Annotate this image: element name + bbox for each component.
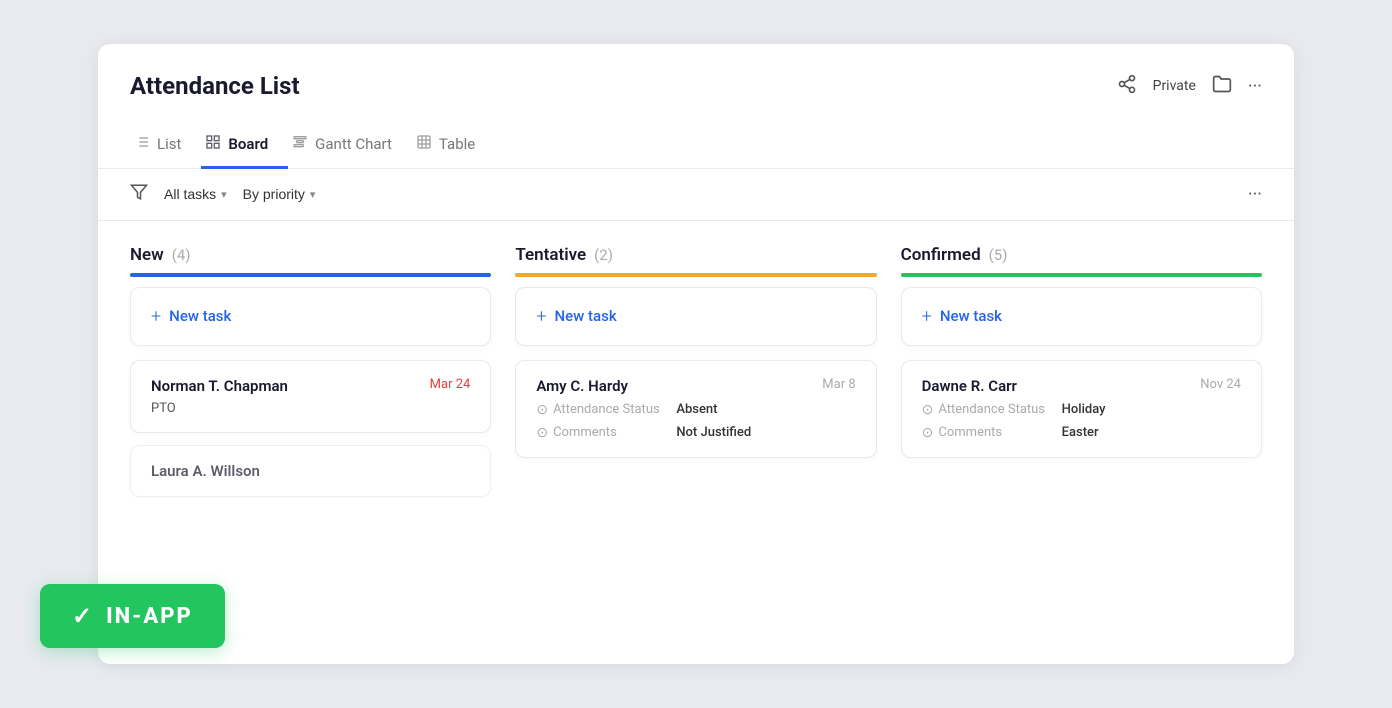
column-tentative-bar xyxy=(515,273,876,277)
column-new-header: New (4) xyxy=(130,245,491,277)
task-card-amy-header: Amy C. Hardy Mar 8 xyxy=(536,377,855,395)
column-new-title: New xyxy=(130,245,164,265)
task-name-dawne: Dawne R. Carr xyxy=(922,377,1017,395)
in-app-badge: ✓ IN-APP xyxy=(40,584,225,648)
attendance-value-amy: Absent xyxy=(676,402,717,417)
column-tentative-header: Tentative (2) xyxy=(515,245,876,277)
tab-board-label: Board xyxy=(228,135,268,153)
toolbar-more-icon[interactable]: ··· xyxy=(1248,184,1262,205)
column-tentative-title: Tentative xyxy=(515,245,586,265)
new-task-label-new: New task xyxy=(169,307,231,325)
comments-label-amy: ⊙ Comments xyxy=(536,425,676,441)
attendance-label-dawne: ⊙ Attendance Status xyxy=(922,402,1062,418)
task-field-attendance-amy: ⊙ Attendance Status Absent xyxy=(536,402,855,418)
toolbar-left: All tasks ▾ By priority ▾ xyxy=(130,183,315,206)
board-area: New (4) + New task Norman T. Chapman Mar… xyxy=(98,221,1294,533)
column-confirmed-count: (5) xyxy=(989,246,1008,264)
new-task-button-tentative[interactable]: + New task xyxy=(515,287,876,346)
column-confirmed-bar xyxy=(901,273,1262,277)
plus-icon-tentative: + xyxy=(536,306,546,327)
new-task-button-confirmed[interactable]: + New task xyxy=(901,287,1262,346)
task-field-comments-amy: ⊙ Comments Not Justified xyxy=(536,425,855,441)
folder-icon[interactable] xyxy=(1212,74,1232,99)
task-card-amy[interactable]: Amy C. Hardy Mar 8 ⊙ Attendance Status A… xyxy=(515,360,876,458)
main-panel: Attendance List Private ··· xyxy=(98,44,1294,664)
page-title: Attendance List xyxy=(130,72,300,100)
attendance-label-amy: ⊙ Attendance Status xyxy=(536,402,676,418)
check-icon-amy-2: ⊙ xyxy=(536,425,548,441)
tab-gantt[interactable]: Gantt Chart xyxy=(288,124,412,169)
check-icon-dawne-1: ⊙ xyxy=(922,402,934,418)
task-card-norman[interactable]: Norman T. Chapman Mar 24 PTO xyxy=(130,360,491,433)
tab-table[interactable]: Table xyxy=(412,124,495,169)
task-field-attendance-dawne: ⊙ Attendance Status Holiday xyxy=(922,402,1241,418)
task-card-laura-header: Laura A. Willson xyxy=(151,462,470,480)
priority-sort[interactable]: By priority ▾ xyxy=(243,186,316,202)
header: Attendance List Private ··· xyxy=(98,44,1294,100)
new-task-label-confirmed: New task xyxy=(940,307,1002,325)
task-name-norman: Norman T. Chapman xyxy=(151,377,288,395)
check-icon-dawne-2: ⊙ xyxy=(922,425,934,441)
in-app-label: IN-APP xyxy=(106,604,193,629)
share-icon[interactable] xyxy=(1117,74,1137,99)
tab-list[interactable]: List xyxy=(130,124,201,169)
plus-icon-confirmed: + xyxy=(922,306,932,327)
task-card-dawne-header: Dawne R. Carr Nov 24 xyxy=(922,377,1241,395)
filter-chevron: ▾ xyxy=(221,188,227,201)
table-icon xyxy=(416,134,432,154)
task-tag-norman: PTO xyxy=(151,401,470,416)
column-new: New (4) + New task Norman T. Chapman Mar… xyxy=(130,245,491,509)
tab-board[interactable]: Board xyxy=(201,124,288,169)
more-icon[interactable]: ··· xyxy=(1248,76,1262,97)
tab-list-label: List xyxy=(157,135,181,153)
tab-table-label: Table xyxy=(439,135,475,153)
task-date-dawne: Nov 24 xyxy=(1200,377,1241,392)
task-card-laura[interactable]: Laura A. Willson xyxy=(130,445,491,497)
gantt-icon xyxy=(292,134,308,154)
plus-icon-new: + xyxy=(151,306,161,327)
private-button[interactable]: Private xyxy=(1153,78,1196,94)
sort-chevron: ▾ xyxy=(310,188,316,201)
list-icon xyxy=(134,134,150,154)
column-tentative-count: (2) xyxy=(594,246,613,264)
task-field-comments-dawne: ⊙ Comments Easter xyxy=(922,425,1241,441)
in-app-check-icon: ✓ xyxy=(72,602,94,630)
header-actions: Private ··· xyxy=(1117,74,1262,99)
new-task-label-tentative: New task xyxy=(555,307,617,325)
filter-icon[interactable] xyxy=(130,183,148,206)
column-confirmed-title: Confirmed xyxy=(901,245,981,265)
comments-value-amy: Not Justified xyxy=(676,425,751,440)
column-new-count: (4) xyxy=(172,246,191,264)
board-icon xyxy=(205,134,221,154)
all-tasks-label: All tasks xyxy=(164,186,216,202)
tab-gantt-label: Gantt Chart xyxy=(315,135,392,153)
tabs: List Board Gantt Chart Table xyxy=(98,108,1294,169)
task-name-laura: Laura A. Willson xyxy=(151,462,260,480)
private-label: Private xyxy=(1153,78,1196,94)
toolbar: All tasks ▾ By priority ▾ ··· xyxy=(98,169,1294,221)
comments-label-dawne: ⊙ Comments xyxy=(922,425,1062,441)
task-card-norman-header: Norman T. Chapman Mar 24 xyxy=(151,377,470,395)
task-name-amy: Amy C. Hardy xyxy=(536,377,628,395)
column-new-bar xyxy=(130,273,491,277)
task-card-dawne[interactable]: Dawne R. Carr Nov 24 ⊙ Attendance Status… xyxy=(901,360,1262,458)
priority-label: By priority xyxy=(243,186,305,202)
column-confirmed-header: Confirmed (5) xyxy=(901,245,1262,277)
column-confirmed: Confirmed (5) + New task Dawne R. Carr N… xyxy=(901,245,1262,470)
new-task-button-new[interactable]: + New task xyxy=(130,287,491,346)
comments-value-dawne: Easter xyxy=(1062,425,1099,440)
attendance-value-dawne: Holiday xyxy=(1062,402,1106,417)
all-tasks-filter[interactable]: All tasks ▾ xyxy=(164,186,227,202)
task-date-amy: Mar 8 xyxy=(822,377,855,392)
task-date-norman: Mar 24 xyxy=(430,377,471,392)
column-tentative: Tentative (2) + New task Amy C. Hardy Ma… xyxy=(515,245,876,470)
check-icon-amy-1: ⊙ xyxy=(536,402,548,418)
